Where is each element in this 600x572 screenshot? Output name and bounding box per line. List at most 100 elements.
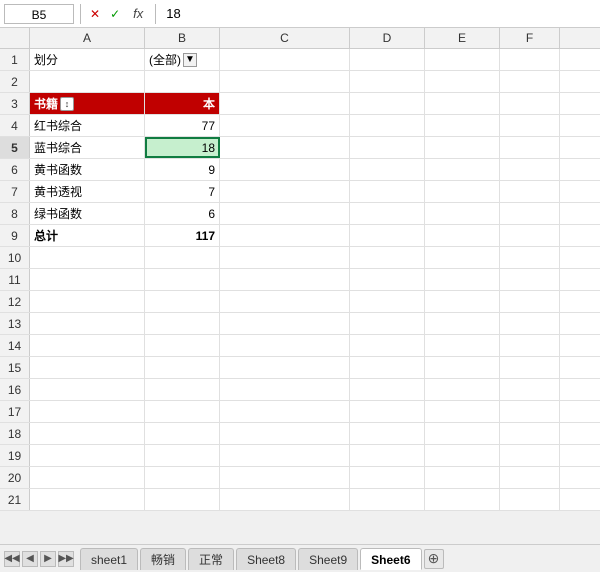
cell-b8[interactable]: 6 (145, 203, 220, 224)
cell-d9[interactable] (350, 225, 425, 246)
cell-d6[interactable] (350, 159, 425, 180)
cell-e3[interactable] (425, 93, 500, 114)
cell-b2[interactable] (145, 71, 220, 92)
cell-d2[interactable] (350, 71, 425, 92)
cell-e19[interactable] (425, 445, 500, 466)
cell-b1[interactable]: (全部) ▼ (145, 49, 220, 70)
sheet-tab-normal[interactable]: 正常 (188, 548, 234, 570)
cell-b16[interactable] (145, 379, 220, 400)
cell-f16[interactable] (500, 379, 560, 400)
cell-c20[interactable] (220, 467, 350, 488)
cell-a12[interactable] (30, 291, 145, 312)
cell-f5[interactable] (500, 137, 560, 158)
cell-a9[interactable]: 总计 (30, 225, 145, 246)
cell-e14[interactable] (425, 335, 500, 356)
cell-e8[interactable] (425, 203, 500, 224)
cell-a10[interactable] (30, 247, 145, 268)
filter-dropdown-arrow[interactable]: ▼ (183, 53, 197, 67)
cell-a8[interactable]: 绿书函数 (30, 203, 145, 224)
cell-d7[interactable] (350, 181, 425, 202)
cell-a1[interactable]: 划分 (30, 49, 145, 70)
cell-e18[interactable] (425, 423, 500, 444)
cell-b20[interactable] (145, 467, 220, 488)
sort-filter-btn[interactable]: ↕ (60, 97, 74, 111)
cell-d15[interactable] (350, 357, 425, 378)
cell-f14[interactable] (500, 335, 560, 356)
cell-d8[interactable] (350, 203, 425, 224)
col-header-b[interactable]: B (145, 28, 220, 48)
cell-e4[interactable] (425, 115, 500, 136)
cell-f17[interactable] (500, 401, 560, 422)
cell-d18[interactable] (350, 423, 425, 444)
tab-nav-prev[interactable]: ◀ (22, 551, 38, 567)
cell-f2[interactable] (500, 71, 560, 92)
cell-e12[interactable] (425, 291, 500, 312)
cell-f20[interactable] (500, 467, 560, 488)
cell-c13[interactable] (220, 313, 350, 334)
cell-f3[interactable] (500, 93, 560, 114)
tab-nav-next[interactable]: ▶ (40, 551, 56, 567)
cell-f19[interactable] (500, 445, 560, 466)
cell-b18[interactable] (145, 423, 220, 444)
cell-b19[interactable] (145, 445, 220, 466)
cell-a11[interactable] (30, 269, 145, 290)
cell-f4[interactable] (500, 115, 560, 136)
cell-e15[interactable] (425, 357, 500, 378)
cell-c6[interactable] (220, 159, 350, 180)
col-header-f[interactable]: F (500, 28, 560, 48)
cell-d1[interactable] (350, 49, 425, 70)
cell-a15[interactable] (30, 357, 145, 378)
cell-f21[interactable] (500, 489, 560, 510)
cell-a13[interactable] (30, 313, 145, 334)
confirm-icon[interactable]: ✓ (107, 7, 123, 21)
cell-a4[interactable]: 红书综合 (30, 115, 145, 136)
cell-a3-pivot-header[interactable]: 书籍 ↕ (30, 93, 145, 114)
cell-f6[interactable] (500, 159, 560, 180)
col-header-e[interactable]: E (425, 28, 500, 48)
cell-reference-box[interactable]: B5 (4, 4, 74, 24)
cell-e9[interactable] (425, 225, 500, 246)
cell-c10[interactable] (220, 247, 350, 268)
cell-c15[interactable] (220, 357, 350, 378)
cell-b14[interactable] (145, 335, 220, 356)
cell-e10[interactable] (425, 247, 500, 268)
sheet-tab-chang[interactable]: 畅销 (140, 548, 186, 570)
col-header-d[interactable]: D (350, 28, 425, 48)
cell-d21[interactable] (350, 489, 425, 510)
cell-a6[interactable]: 黄书函数 (30, 159, 145, 180)
cell-c3[interactable] (220, 93, 350, 114)
cell-d19[interactable] (350, 445, 425, 466)
cell-a17[interactable] (30, 401, 145, 422)
cell-f9[interactable] (500, 225, 560, 246)
sheet-tab-sheet1[interactable]: sheet1 (80, 548, 138, 570)
cell-e11[interactable] (425, 269, 500, 290)
cell-a16[interactable] (30, 379, 145, 400)
cell-d11[interactable] (350, 269, 425, 290)
cell-d5[interactable] (350, 137, 425, 158)
cell-b7[interactable]: 7 (145, 181, 220, 202)
cell-d17[interactable] (350, 401, 425, 422)
cell-e1[interactable] (425, 49, 500, 70)
tab-nav-first[interactable]: ◀◀ (4, 551, 20, 567)
cell-b5-selected[interactable]: 18 (145, 137, 220, 158)
cell-c2[interactable] (220, 71, 350, 92)
cell-f1[interactable] (500, 49, 560, 70)
cell-d16[interactable] (350, 379, 425, 400)
cell-f7[interactable] (500, 181, 560, 202)
cell-f18[interactable] (500, 423, 560, 444)
cell-a20[interactable] (30, 467, 145, 488)
cell-d20[interactable] (350, 467, 425, 488)
formula-input[interactable] (162, 6, 596, 21)
cell-d13[interactable] (350, 313, 425, 334)
cell-b3-pivot-header[interactable]: 本 (145, 93, 220, 114)
cell-a21[interactable] (30, 489, 145, 510)
cell-c19[interactable] (220, 445, 350, 466)
cell-b11[interactable] (145, 269, 220, 290)
cell-a5[interactable]: 蓝书综合 (30, 137, 145, 158)
cell-d10[interactable] (350, 247, 425, 268)
cell-e2[interactable] (425, 71, 500, 92)
cell-c16[interactable] (220, 379, 350, 400)
sheet-tab-sheet8[interactable]: Sheet8 (236, 548, 296, 570)
cell-e17[interactable] (425, 401, 500, 422)
cell-c5[interactable] (220, 137, 350, 158)
